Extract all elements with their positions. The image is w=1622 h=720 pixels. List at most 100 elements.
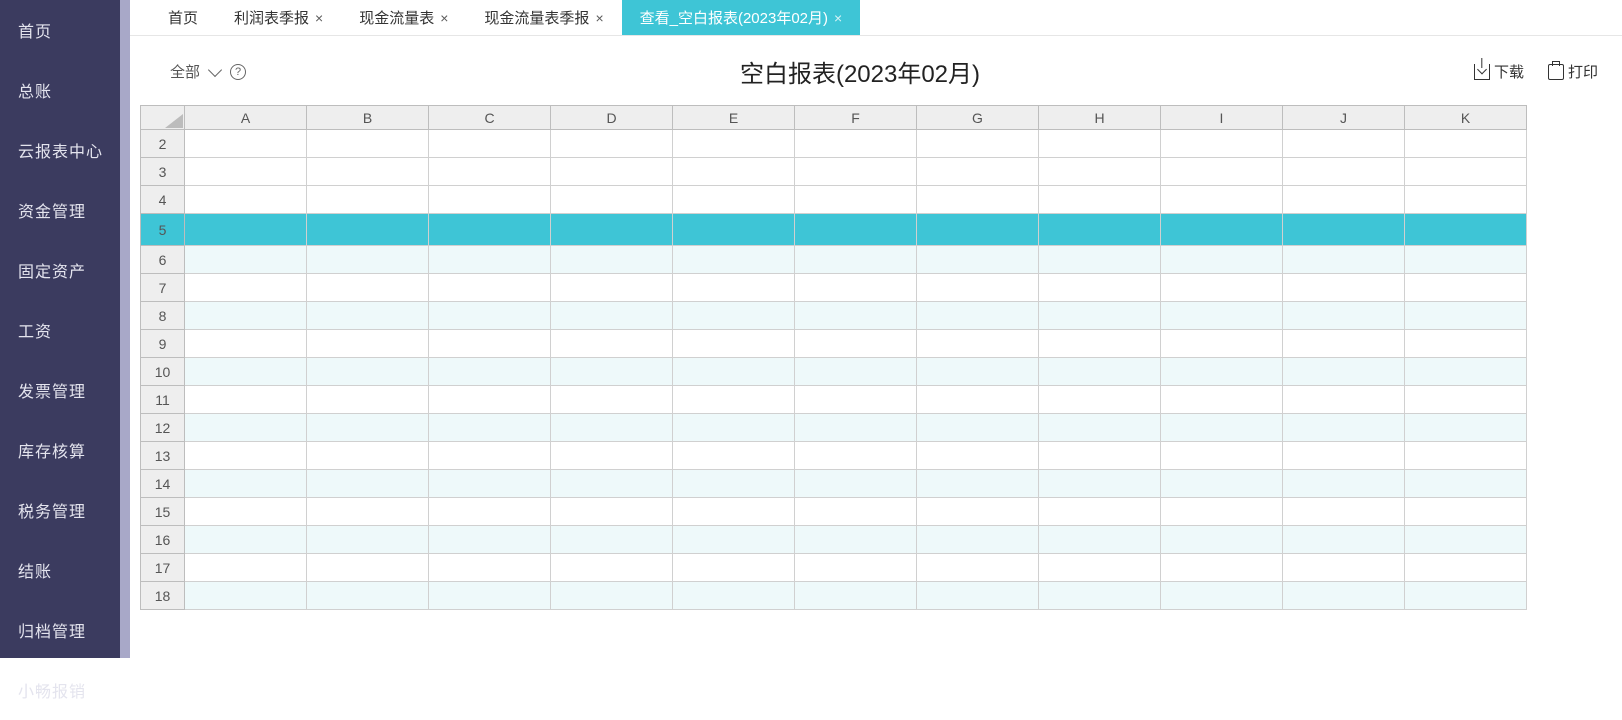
cell-D3[interactable]: [551, 158, 673, 186]
cell-F5[interactable]: [795, 214, 917, 246]
cell-B17[interactable]: [307, 554, 429, 582]
cell-A12[interactable]: [185, 414, 307, 442]
cell-C2[interactable]: [429, 130, 551, 158]
cell-E7[interactable]: [673, 274, 795, 302]
cell-H13[interactable]: [1039, 442, 1161, 470]
cell-C10[interactable]: [429, 358, 551, 386]
cell-E15[interactable]: [673, 498, 795, 526]
filter-dropdown[interactable]: 全部 ?: [170, 61, 246, 82]
cell-C14[interactable]: [429, 470, 551, 498]
column-header-F[interactable]: F: [795, 106, 917, 130]
sidebar-item-6[interactable]: 发票管理: [0, 360, 130, 420]
cell-K14[interactable]: [1405, 470, 1527, 498]
cell-G10[interactable]: [917, 358, 1039, 386]
cell-D10[interactable]: [551, 358, 673, 386]
cell-G7[interactable]: [917, 274, 1039, 302]
tab-4[interactable]: 查看_空白报表(2023年02月)×: [622, 0, 861, 35]
cell-F9[interactable]: [795, 330, 917, 358]
row-header-8[interactable]: 8: [141, 302, 185, 330]
cell-J8[interactable]: [1283, 302, 1405, 330]
cell-K11[interactable]: [1405, 386, 1527, 414]
cell-H5[interactable]: [1039, 214, 1161, 246]
cell-D7[interactable]: [551, 274, 673, 302]
cell-C13[interactable]: [429, 442, 551, 470]
help-icon[interactable]: ?: [230, 64, 246, 80]
cell-F17[interactable]: [795, 554, 917, 582]
sidebar-item-4[interactable]: 固定资产: [0, 240, 130, 300]
cell-G5[interactable]: [917, 214, 1039, 246]
cell-J7[interactable]: [1283, 274, 1405, 302]
cell-H7[interactable]: [1039, 274, 1161, 302]
print-button[interactable]: 打印: [1548, 61, 1598, 82]
cell-A14[interactable]: [185, 470, 307, 498]
cell-D17[interactable]: [551, 554, 673, 582]
cell-I5[interactable]: [1161, 214, 1283, 246]
cell-C17[interactable]: [429, 554, 551, 582]
row-header-15[interactable]: 15: [141, 498, 185, 526]
row-header-13[interactable]: 13: [141, 442, 185, 470]
cell-J11[interactable]: [1283, 386, 1405, 414]
cell-I12[interactable]: [1161, 414, 1283, 442]
cell-J4[interactable]: [1283, 186, 1405, 214]
cell-B12[interactable]: [307, 414, 429, 442]
cell-B7[interactable]: [307, 274, 429, 302]
cell-G12[interactable]: [917, 414, 1039, 442]
cell-C18[interactable]: [429, 582, 551, 610]
cell-F10[interactable]: [795, 358, 917, 386]
sidebar-scrollbar[interactable]: [120, 0, 130, 658]
cell-E11[interactable]: [673, 386, 795, 414]
cell-D16[interactable]: [551, 526, 673, 554]
sidebar-item-3[interactable]: 资金管理: [0, 180, 130, 240]
sidebar-item-10[interactable]: 归档管理: [0, 600, 130, 660]
tab-0[interactable]: 首页: [150, 0, 216, 35]
tab-3[interactable]: 现金流量表季报×: [466, 0, 621, 35]
cell-D11[interactable]: [551, 386, 673, 414]
cell-G6[interactable]: [917, 246, 1039, 274]
cell-K12[interactable]: [1405, 414, 1527, 442]
cell-H14[interactable]: [1039, 470, 1161, 498]
cell-H18[interactable]: [1039, 582, 1161, 610]
cell-D18[interactable]: [551, 582, 673, 610]
cell-F3[interactable]: [795, 158, 917, 186]
cell-K18[interactable]: [1405, 582, 1527, 610]
cell-G2[interactable]: [917, 130, 1039, 158]
cell-A4[interactable]: [185, 186, 307, 214]
column-header-E[interactable]: E: [673, 106, 795, 130]
cell-G13[interactable]: [917, 442, 1039, 470]
cell-E12[interactable]: [673, 414, 795, 442]
cell-H15[interactable]: [1039, 498, 1161, 526]
column-header-C[interactable]: C: [429, 106, 551, 130]
cell-H17[interactable]: [1039, 554, 1161, 582]
cell-E6[interactable]: [673, 246, 795, 274]
cell-C5[interactable]: [429, 214, 551, 246]
cell-F14[interactable]: [795, 470, 917, 498]
row-header-12[interactable]: 12: [141, 414, 185, 442]
cell-F18[interactable]: [795, 582, 917, 610]
cell-E4[interactable]: [673, 186, 795, 214]
row-header-14[interactable]: 14: [141, 470, 185, 498]
cell-A18[interactable]: [185, 582, 307, 610]
cell-C3[interactable]: [429, 158, 551, 186]
row-header-10[interactable]: 10: [141, 358, 185, 386]
cell-E18[interactable]: [673, 582, 795, 610]
cell-D15[interactable]: [551, 498, 673, 526]
cell-K4[interactable]: [1405, 186, 1527, 214]
cell-J6[interactable]: [1283, 246, 1405, 274]
cell-F4[interactable]: [795, 186, 917, 214]
cell-D14[interactable]: [551, 470, 673, 498]
row-header-5[interactable]: 5: [141, 214, 185, 246]
cell-G11[interactable]: [917, 386, 1039, 414]
cell-J12[interactable]: [1283, 414, 1405, 442]
cell-I11[interactable]: [1161, 386, 1283, 414]
cell-J14[interactable]: [1283, 470, 1405, 498]
select-all-corner[interactable]: [141, 106, 185, 130]
cell-D2[interactable]: [551, 130, 673, 158]
cell-A5[interactable]: [185, 214, 307, 246]
cell-F6[interactable]: [795, 246, 917, 274]
cell-I17[interactable]: [1161, 554, 1283, 582]
cell-E9[interactable]: [673, 330, 795, 358]
cell-I18[interactable]: [1161, 582, 1283, 610]
cell-D6[interactable]: [551, 246, 673, 274]
cell-I9[interactable]: [1161, 330, 1283, 358]
cell-B8[interactable]: [307, 302, 429, 330]
